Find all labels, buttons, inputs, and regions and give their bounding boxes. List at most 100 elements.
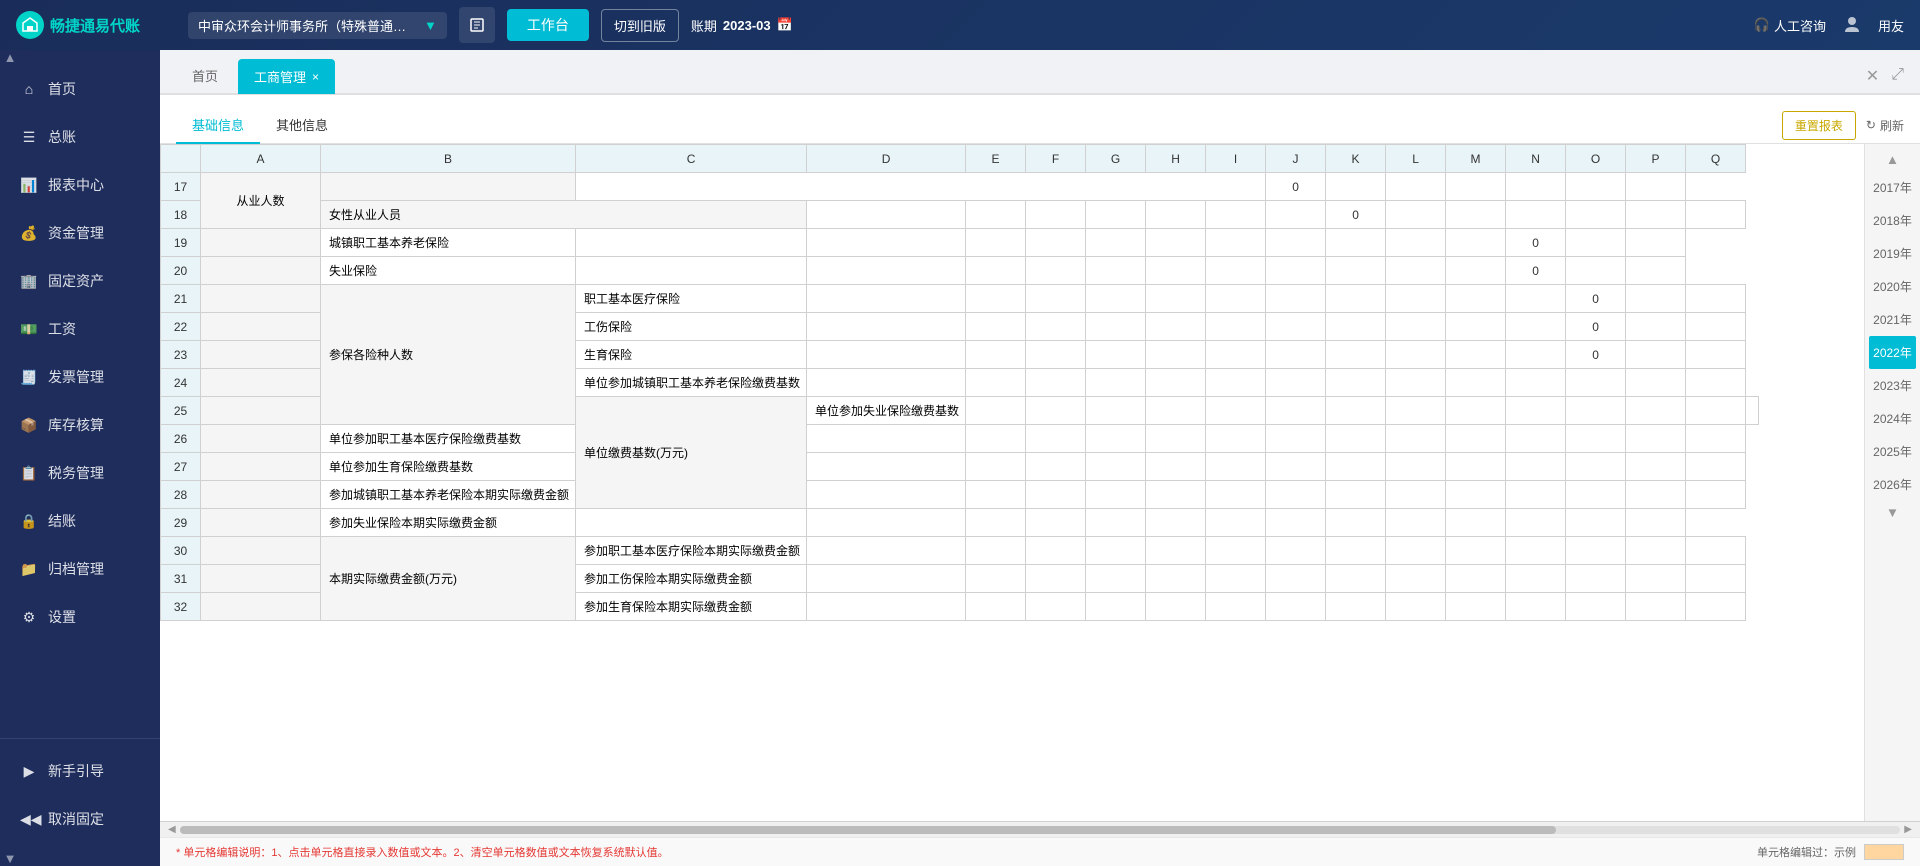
empty-cell[interactable] bbox=[1146, 425, 1206, 453]
empty-cell[interactable] bbox=[1146, 201, 1206, 229]
col-c-cell[interactable]: 单位参加失业保险缴费基数 bbox=[807, 397, 966, 425]
empty-cell[interactable] bbox=[1386, 201, 1446, 229]
empty-cell[interactable] bbox=[966, 341, 1026, 369]
empty-cell[interactable] bbox=[1686, 397, 1746, 425]
empty-cell[interactable] bbox=[966, 369, 1026, 397]
sidebar-item-invoices[interactable]: 🧾 发票管理 bbox=[0, 353, 160, 401]
empty-cell[interactable] bbox=[966, 565, 1026, 593]
col-a-cell[interactable] bbox=[201, 229, 321, 257]
empty-cell[interactable] bbox=[1266, 369, 1326, 397]
empty-cell[interactable] bbox=[1566, 369, 1626, 397]
empty-cell[interactable] bbox=[807, 229, 966, 257]
sidebar-item-close[interactable]: 🔒 结账 bbox=[0, 497, 160, 545]
empty-cell[interactable] bbox=[1326, 285, 1386, 313]
empty-cell[interactable] bbox=[966, 453, 1026, 481]
empty-cell[interactable] bbox=[1446, 453, 1506, 481]
empty-cell[interactable] bbox=[1506, 173, 1566, 201]
empty-cell[interactable] bbox=[1026, 453, 1086, 481]
col-c-cell[interactable]: 职工基本医疗保险 bbox=[576, 285, 807, 313]
year-scroll-up-btn[interactable]: ▲ bbox=[1865, 148, 1920, 171]
empty-cell[interactable] bbox=[966, 481, 1026, 509]
col-c-cell[interactable]: 城镇职工基本养老保险 bbox=[321, 229, 576, 257]
empty-cell[interactable] bbox=[1266, 565, 1326, 593]
empty-cell[interactable] bbox=[576, 257, 807, 285]
empty-cell[interactable] bbox=[1266, 257, 1326, 285]
empty-cell[interactable] bbox=[1206, 229, 1266, 257]
empty-cell[interactable] bbox=[1266, 425, 1326, 453]
empty-cell[interactable] bbox=[1566, 565, 1626, 593]
sidebar-item-home[interactable]: ⌂ 首页 bbox=[0, 65, 160, 113]
empty-cell[interactable] bbox=[966, 537, 1026, 565]
company-icon-btn[interactable] bbox=[459, 7, 495, 43]
empty-cell[interactable] bbox=[1206, 397, 1266, 425]
empty-cell[interactable] bbox=[1446, 537, 1506, 565]
sidebar-item-unpin[interactable]: ◀◀ 取消固定 bbox=[0, 795, 160, 843]
tab-close-button[interactable]: × bbox=[312, 70, 319, 84]
empty-cell[interactable] bbox=[1086, 425, 1146, 453]
empty-cell[interactable] bbox=[1686, 453, 1746, 481]
empty-cell[interactable] bbox=[1626, 481, 1686, 509]
empty-cell[interactable] bbox=[1206, 537, 1266, 565]
empty-cell[interactable] bbox=[1626, 369, 1686, 397]
grid-area[interactable]: A B C D E F G H I J bbox=[160, 144, 1864, 821]
empty-cell[interactable] bbox=[1686, 537, 1746, 565]
empty-cell[interactable] bbox=[966, 425, 1026, 453]
empty-cell[interactable] bbox=[966, 593, 1026, 621]
empty-cell[interactable] bbox=[1026, 201, 1086, 229]
empty-cell[interactable] bbox=[576, 509, 807, 537]
empty-cell[interactable] bbox=[966, 201, 1026, 229]
empty-cell[interactable] bbox=[1686, 201, 1746, 229]
empty-cell[interactable] bbox=[1026, 593, 1086, 621]
col-b-cell[interactable]: 本期实际缴费金额(万元) bbox=[321, 537, 576, 621]
empty-cell[interactable] bbox=[807, 313, 966, 341]
empty-cell[interactable] bbox=[1326, 173, 1386, 201]
empty-cell[interactable] bbox=[1206, 453, 1266, 481]
empty-cell[interactable] bbox=[1086, 341, 1146, 369]
empty-cell[interactable] bbox=[1206, 341, 1266, 369]
empty-cell[interactable] bbox=[1566, 229, 1626, 257]
sidebar-item-assets[interactable]: 🏢 固定资产 bbox=[0, 257, 160, 305]
empty-cell[interactable] bbox=[1686, 481, 1746, 509]
empty-cell[interactable] bbox=[1026, 369, 1086, 397]
empty-cell[interactable] bbox=[1146, 481, 1206, 509]
sidebar-scroll-down[interactable]: ▼ bbox=[0, 851, 20, 866]
scroll-left-arrow[interactable]: ◀ bbox=[164, 824, 180, 835]
empty-cell[interactable] bbox=[1326, 341, 1386, 369]
empty-cell[interactable] bbox=[1086, 397, 1146, 425]
company-selector[interactable]: 中审众环会计师事务所（特殊普通合伙... ▼ bbox=[188, 12, 447, 39]
sidebar-item-settings[interactable]: ⚙ 设置 bbox=[0, 593, 160, 641]
sidebar-item-inventory[interactable]: 📦 库存核算 bbox=[0, 401, 160, 449]
empty-cell[interactable] bbox=[1686, 341, 1746, 369]
sidebar-item-funds[interactable]: 💰 资金管理 bbox=[0, 209, 160, 257]
empty-cell[interactable] bbox=[1626, 173, 1686, 201]
col-a-cell[interactable] bbox=[201, 481, 321, 509]
empty-cell[interactable] bbox=[1146, 341, 1206, 369]
empty-cell[interactable] bbox=[1026, 565, 1086, 593]
empty-cell[interactable] bbox=[807, 341, 966, 369]
empty-cell[interactable] bbox=[1326, 481, 1386, 509]
col-c-cell[interactable]: 失业保险 bbox=[321, 257, 576, 285]
empty-cell[interactable] bbox=[1746, 397, 1759, 425]
empty-cell[interactable] bbox=[1686, 369, 1746, 397]
empty-cell[interactable] bbox=[966, 229, 1026, 257]
empty-cell[interactable] bbox=[1566, 481, 1626, 509]
empty-cell[interactable] bbox=[1146, 257, 1206, 285]
empty-cell[interactable] bbox=[1086, 201, 1146, 229]
year-item[interactable]: 2024年 bbox=[1869, 402, 1916, 435]
col-c-cell[interactable]: 单位参加生育保险缴费基数 bbox=[321, 453, 576, 481]
empty-cell[interactable] bbox=[1086, 481, 1146, 509]
tab-home[interactable]: 首页 bbox=[176, 58, 234, 95]
empty-cell[interactable] bbox=[1326, 229, 1386, 257]
empty-cell[interactable] bbox=[1446, 565, 1506, 593]
empty-cell[interactable] bbox=[1506, 425, 1566, 453]
empty-cell[interactable] bbox=[1326, 425, 1386, 453]
empty-cell[interactable] bbox=[1506, 481, 1566, 509]
empty-cell[interactable] bbox=[1446, 397, 1506, 425]
year-scroll-down-btn[interactable]: ▼ bbox=[1865, 501, 1920, 524]
empty-cell[interactable] bbox=[1026, 509, 1086, 537]
col-a-cell[interactable] bbox=[201, 369, 321, 397]
empty-cell[interactable] bbox=[1146, 397, 1206, 425]
empty-cell[interactable] bbox=[807, 201, 966, 229]
sidebar-item-ledger[interactable]: ☰ 总账 bbox=[0, 113, 160, 161]
empty-cell[interactable] bbox=[1446, 201, 1506, 229]
